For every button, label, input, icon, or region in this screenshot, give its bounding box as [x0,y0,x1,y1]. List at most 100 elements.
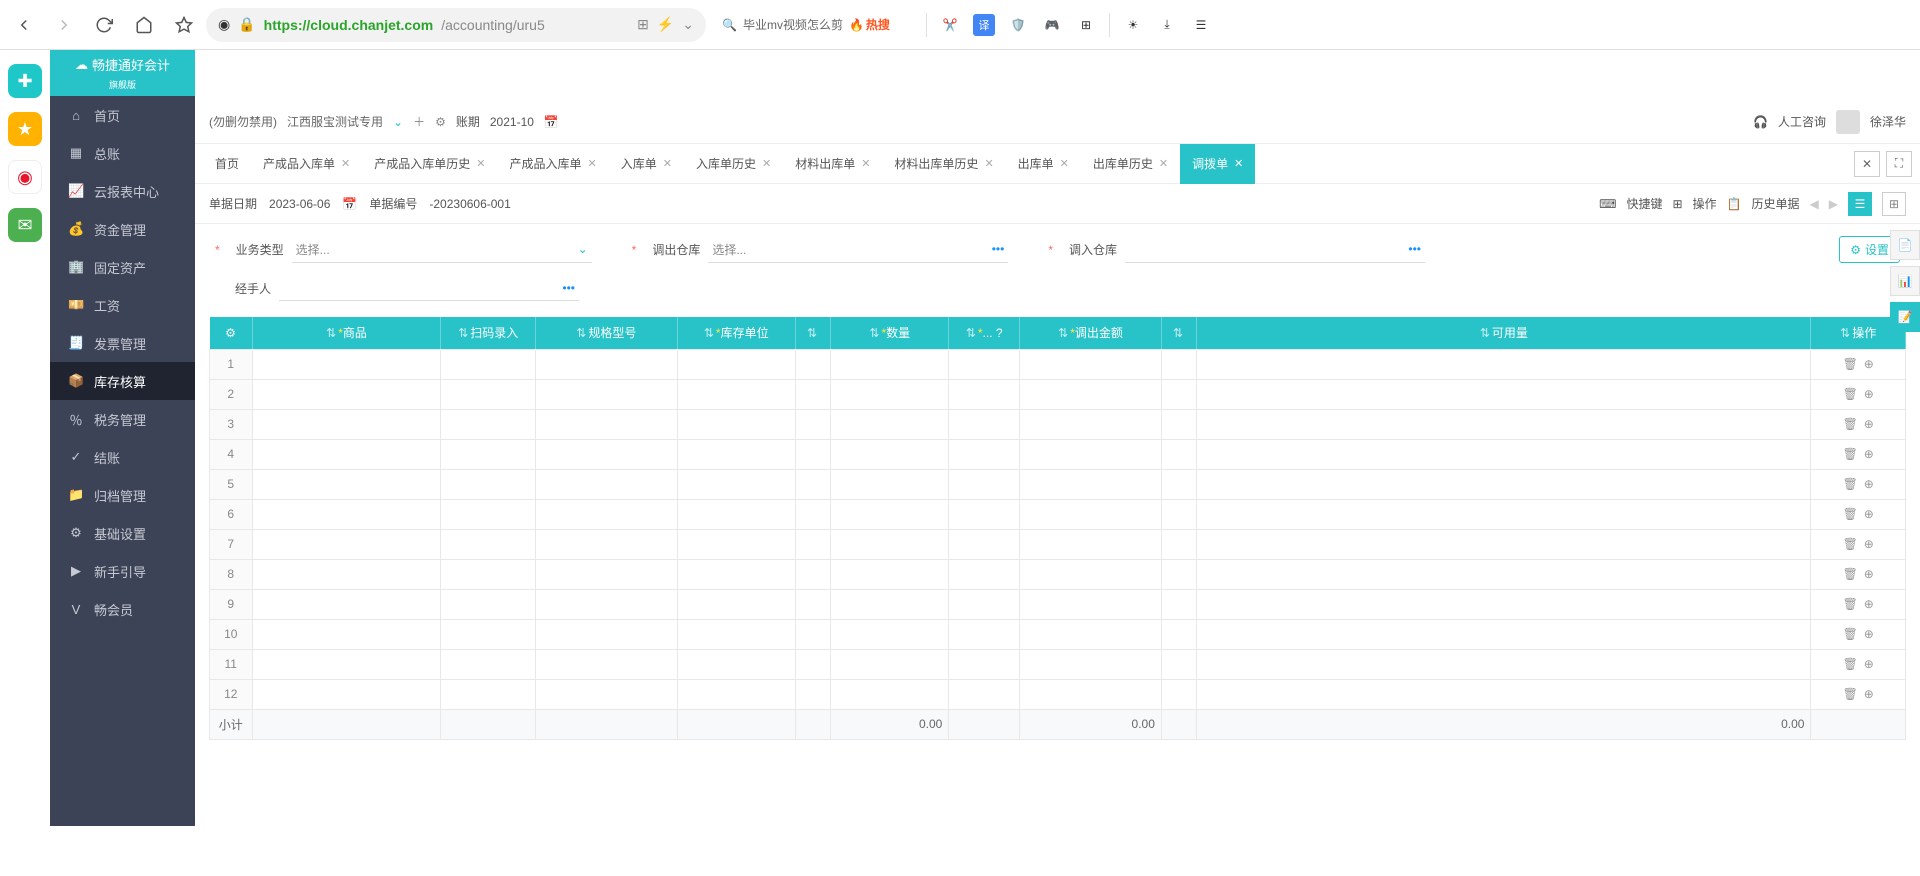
cell[interactable] [252,679,441,709]
download-icon[interactable]: ⤓ [1156,14,1178,36]
cell[interactable] [535,379,677,409]
cell[interactable] [795,589,830,619]
copy-icon[interactable]: ⊕ [1864,357,1874,371]
table-row[interactable]: 11🗑⊕ [210,649,1906,679]
col-header[interactable]: ⇅ [1161,317,1196,349]
dock-app-1[interactable]: ✚ [8,64,42,98]
shield-icon[interactable]: 🛡️ [1007,14,1029,36]
col-header[interactable]: ⇅*商品 [252,317,441,349]
cell[interactable] [1161,439,1196,469]
col-header[interactable]: ⚙ [210,317,253,349]
cell[interactable] [949,349,1020,379]
cell[interactable] [677,679,795,709]
cell[interactable] [441,409,535,439]
cell[interactable] [1197,439,1811,469]
cell[interactable] [1020,499,1162,529]
home-button[interactable] [130,11,158,39]
game-icon[interactable]: 🎮 [1041,14,1063,36]
cell[interactable] [831,619,949,649]
cell[interactable] [535,589,677,619]
tab-材料出库单[interactable]: 材料出库单✕ [783,144,882,184]
gear-icon[interactable]: ⚙ [225,326,236,340]
delete-icon[interactable]: 🗑 [1843,417,1858,431]
tab-产成品入库单[interactable]: 产成品入库单✕ [251,144,362,184]
sort-icon[interactable]: ⇅ [704,326,714,340]
delete-icon[interactable]: 🗑 [1843,447,1858,461]
table-row[interactable]: 4🗑⊕ [210,439,1906,469]
reload-button[interactable] [90,11,118,39]
sidebar-item-tax[interactable]: ％税务管理 [50,400,195,438]
cell[interactable] [441,589,535,619]
cell[interactable] [831,529,949,559]
close-icon[interactable]: ✕ [1234,157,1243,170]
cell[interactable] [535,499,677,529]
cell[interactable] [1197,619,1811,649]
delete-icon[interactable]: 🗑 [1843,477,1858,491]
tab-出库单[interactable]: 出库单✕ [1006,144,1081,184]
sidebar-item-fund[interactable]: 💰资金管理 [50,210,195,248]
col-header[interactable]: ⇅*... ? [949,317,1020,349]
cell[interactable] [1020,349,1162,379]
delete-icon[interactable]: 🗑 [1843,597,1858,611]
tab-调拨单[interactable]: 调拨单✕ [1180,144,1255,184]
cell[interactable] [949,409,1020,439]
translate-icon[interactable]: 译 [973,14,995,36]
cell[interactable] [252,619,441,649]
close-icon[interactable]: ✕ [1159,157,1168,170]
cell[interactable] [1161,499,1196,529]
cell[interactable] [1197,349,1811,379]
address-bar[interactable]: ◉ 🔒 https://cloud.chanjet.com/accounting… [206,8,706,42]
sidebar-item-asset[interactable]: 🏢固定资产 [50,248,195,286]
cell[interactable] [1161,379,1196,409]
cell[interactable] [795,439,830,469]
table-row[interactable]: 5🗑⊕ [210,469,1906,499]
cell[interactable] [535,649,677,679]
col-header[interactable]: ⇅规格型号 [535,317,677,349]
close-all-tabs[interactable]: ✕ [1854,151,1880,177]
shortcut-icon[interactable]: ⌨ [1599,197,1616,211]
cell[interactable] [1020,619,1162,649]
cell[interactable] [1161,649,1196,679]
dock-weibo[interactable]: ◉ [8,160,42,194]
cell[interactable] [252,379,441,409]
cell[interactable] [252,499,441,529]
sort-icon[interactable]: ⇅ [1058,326,1068,340]
cell[interactable] [949,679,1020,709]
tab-入库单[interactable]: 入库单✕ [609,144,684,184]
cell[interactable] [795,649,830,679]
cell[interactable] [535,349,677,379]
next-doc[interactable]: ▶ [1829,197,1838,211]
cell[interactable] [252,349,441,379]
doc-date-value[interactable]: 2023-06-06 [269,197,330,211]
cell[interactable] [949,499,1020,529]
rail-btn-1[interactable]: 📄 [1890,230,1920,260]
dock-mail[interactable]: ✉ [8,208,42,242]
cell[interactable] [1197,469,1811,499]
col-header[interactable]: ⇅可用量 [1197,317,1811,349]
cell[interactable] [441,679,535,709]
close-icon[interactable]: ✕ [663,157,672,170]
cell[interactable] [677,559,795,589]
sidebar-item-archive[interactable]: 📁归档管理 [50,476,195,514]
sort-icon[interactable]: ⇅ [1173,326,1183,340]
flash-icon[interactable]: ⚡ [657,16,674,33]
cell[interactable] [1020,439,1162,469]
cell[interactable] [441,499,535,529]
delete-icon[interactable]: 🗑 [1843,657,1858,671]
copy-icon[interactable]: ⊕ [1864,447,1874,461]
view-list[interactable]: ☰ [1848,192,1872,216]
sidebar-item-close[interactable]: ✓结账 [50,438,195,476]
cell[interactable] [1161,409,1196,439]
cell[interactable] [831,589,949,619]
cell[interactable] [1020,469,1162,499]
cell[interactable] [1020,379,1162,409]
cell[interactable] [1020,529,1162,559]
close-icon[interactable]: ✕ [861,157,870,170]
cell[interactable] [441,469,535,499]
cell[interactable] [831,649,949,679]
tab-入库单历史[interactable]: 入库单历史✕ [684,144,783,184]
col-header[interactable]: ⇅*调出金额 [1020,317,1162,349]
cell[interactable] [535,619,677,649]
cell[interactable] [949,559,1020,589]
cell[interactable] [1161,349,1196,379]
